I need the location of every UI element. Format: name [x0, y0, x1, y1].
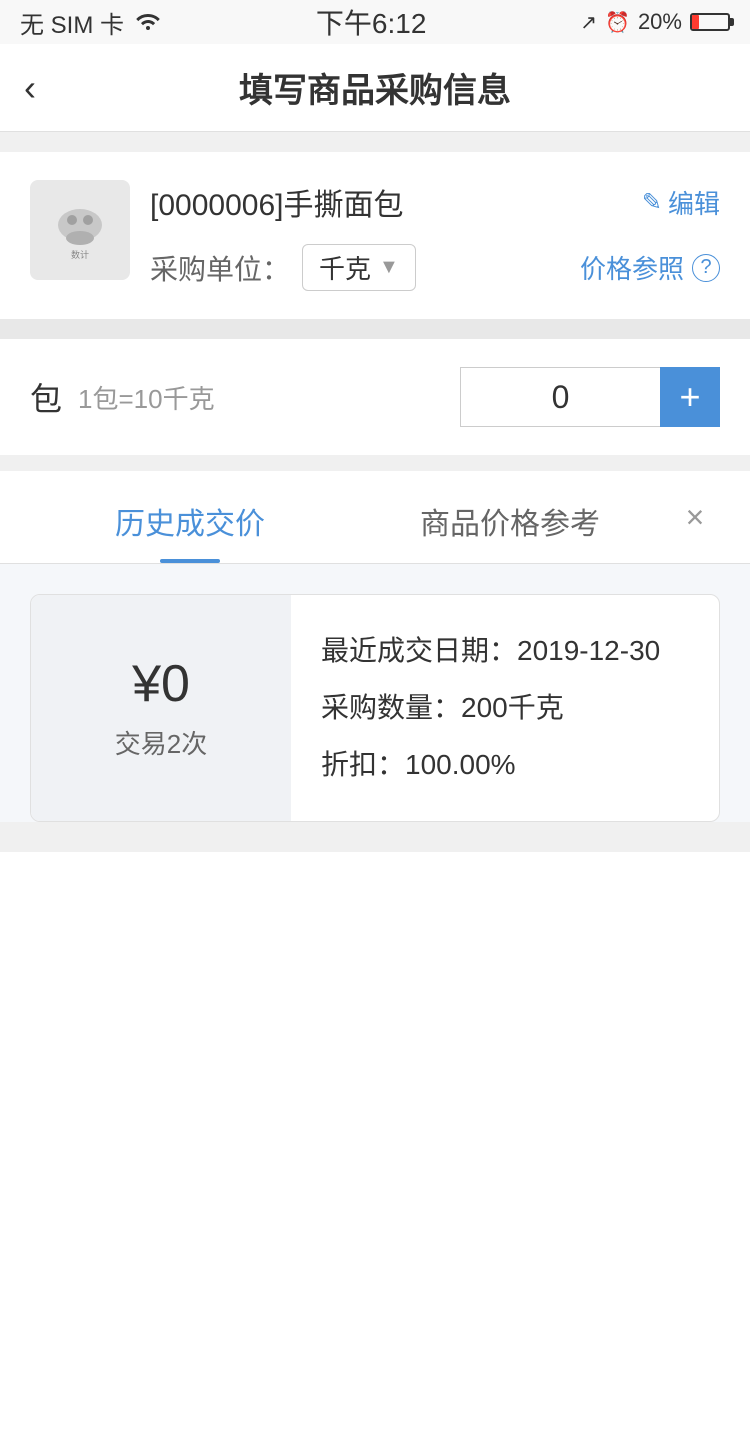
- price-right-panel: 最近成交日期：2019-12-30 采购数量：200千克 折扣：100.00%: [291, 595, 719, 821]
- product-details: [0000006]手撕面包 ✎ 编辑 采购单位： 千克 ▼ 价格参照 ?: [150, 180, 720, 291]
- quantity-plus-button[interactable]: +: [660, 367, 720, 427]
- edit-button[interactable]: ✎ 编辑: [642, 184, 720, 221]
- location-icon: ↗: [580, 10, 597, 35]
- unit-row: 采购单位： 千克 ▼ 价格参照 ?: [150, 244, 720, 291]
- tab-product-price-ref[interactable]: 商品价格参考: [350, 471, 670, 563]
- help-icon: ?: [692, 254, 720, 282]
- edit-icon: ✎: [642, 188, 662, 217]
- quantity-right: +: [460, 367, 720, 427]
- svg-text:数计: 数计: [71, 249, 89, 260]
- tab-history-price[interactable]: 历史成交价: [30, 471, 350, 563]
- status-left: 无 SIM 卡: [20, 5, 162, 40]
- page-rest: [0, 852, 750, 1452]
- product-image: 数计: [30, 180, 130, 280]
- status-bar: 无 SIM 卡 下午6:12 ↗ ⏰ 20%: [0, 0, 750, 44]
- price-discount: 折扣：100.00%: [321, 745, 689, 784]
- unit-select[interactable]: 千克 ▼: [302, 244, 416, 291]
- unit-equiv: 1包=10千克: [78, 379, 215, 416]
- unit-label: 采购单位：: [150, 248, 290, 288]
- price-left-panel: ¥0 交易2次: [31, 595, 291, 821]
- battery-percent: 20%: [638, 9, 682, 35]
- price-card: ¥0 交易2次 最近成交日期：2019-12-30 采购数量：200千克 折扣：…: [30, 594, 720, 822]
- quantity-input[interactable]: [460, 367, 660, 427]
- unit-left: 采购单位： 千克 ▼: [150, 244, 416, 291]
- price-times: 交易2次: [115, 724, 207, 761]
- product-name: [0000006]手撕面包: [150, 180, 403, 224]
- carrier-text: 无 SIM 卡: [20, 5, 124, 40]
- back-button[interactable]: ‹: [24, 67, 36, 109]
- price-date: 最近成交日期：2019-12-30: [321, 631, 689, 670]
- status-right: ↗ ⏰ 20%: [580, 9, 730, 35]
- alarm-icon: ⏰: [605, 10, 630, 35]
- status-time: 下午6:12: [316, 2, 427, 42]
- wifi-icon: [134, 8, 162, 37]
- nav-bar: ‹ 填写商品采购信息: [0, 44, 750, 132]
- price-amount: ¥0: [132, 654, 190, 714]
- product-header: [0000006]手撕面包 ✎ 编辑: [150, 180, 720, 224]
- quantity-row: 包 1包=10千克 +: [0, 339, 750, 455]
- tabs-header: 历史成交价 商品价格参考 ×: [0, 471, 750, 564]
- quantity-left: 包 1包=10千克: [30, 374, 215, 420]
- price-qty: 采购数量：200千克: [321, 688, 689, 727]
- page-title: 填写商品采购信息: [239, 63, 511, 112]
- product-card: 数计 [0000006]手撕面包 ✎ 编辑 采购单位： 千克 ▼ 价格参照 ?: [0, 152, 750, 319]
- tabs-section: 历史成交价 商品价格参考 × ¥0 交易2次 最近成交日期：2019-12-30…: [0, 471, 750, 822]
- section-divider: [0, 319, 750, 339]
- unit-badge: 包: [30, 374, 62, 420]
- battery-icon: [690, 13, 730, 31]
- price-reference-button[interactable]: 价格参照 ?: [580, 249, 720, 286]
- chevron-down-icon: ▼: [379, 256, 399, 279]
- tab-close-button[interactable]: ×: [670, 492, 720, 542]
